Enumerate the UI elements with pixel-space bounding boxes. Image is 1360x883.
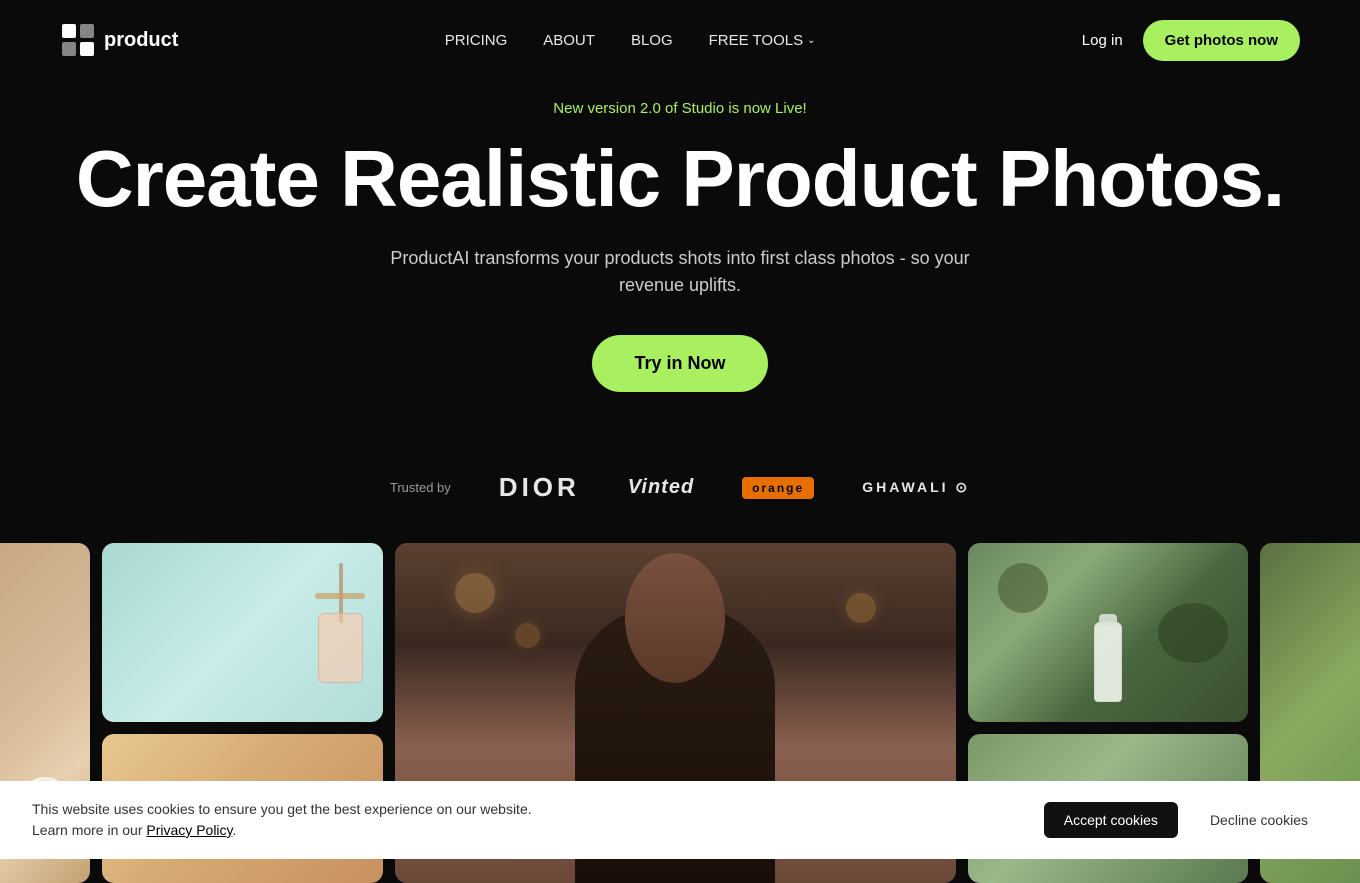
cookie-text: This website uses cookies to ensure you … — [32, 799, 532, 841]
brand-vinted: Vinted — [628, 476, 694, 499]
nav-blog[interactable]: BLOG — [631, 32, 673, 49]
nav-pricing[interactable]: PRICING — [445, 32, 508, 49]
gallery-bottle — [968, 543, 1249, 722]
accept-cookies-button[interactable]: Accept cookies — [1044, 802, 1178, 838]
privacy-policy-link[interactable]: Privacy Policy — [146, 822, 232, 838]
hero-section: New version 2.0 of Studio is now Live! C… — [0, 80, 1360, 452]
nav-actions: Log in Get photos now — [1082, 20, 1300, 61]
chevron-down-icon: ⌄ — [807, 35, 815, 46]
decline-cookies-button[interactable]: Decline cookies — [1190, 802, 1328, 838]
hero-title: Create Realistic Product Photos. — [60, 137, 1300, 221]
navbar: product PRICING ABOUT BLOG FREE TOOLS ⌄ … — [0, 0, 1360, 80]
trusted-label: Trusted by — [390, 480, 451, 495]
cookie-actions: Accept cookies Decline cookies — [1044, 802, 1328, 838]
brand-orange: orange — [742, 477, 814, 499]
hero-subtitle: ProductAI transforms your products shots… — [380, 245, 980, 299]
login-button[interactable]: Log in — [1082, 32, 1123, 49]
nav-links: PRICING ABOUT BLOG FREE TOOLS ⌄ — [445, 32, 816, 49]
logo[interactable]: product — [60, 22, 178, 58]
get-photos-button[interactable]: Get photos now — [1143, 20, 1300, 61]
cookie-banner: This website uses cookies to ensure you … — [0, 781, 1360, 859]
nav-free-tools[interactable]: FREE TOOLS ⌄ — [709, 32, 816, 49]
try-now-button[interactable]: Try in Now — [592, 335, 767, 392]
gallery-perfume — [102, 543, 383, 722]
logo-text: product — [104, 29, 178, 52]
logo-icon — [60, 22, 96, 58]
brand-dior: DIOR — [499, 472, 580, 503]
nav-about[interactable]: ABOUT — [543, 32, 595, 49]
trusted-brands: Trusted by DIOR Vinted orange GHAWALI ⊙ — [0, 452, 1360, 543]
hero-badge: New version 2.0 of Studio is now Live! — [553, 100, 806, 117]
brand-ghawali: GHAWALI ⊙ — [862, 479, 970, 496]
